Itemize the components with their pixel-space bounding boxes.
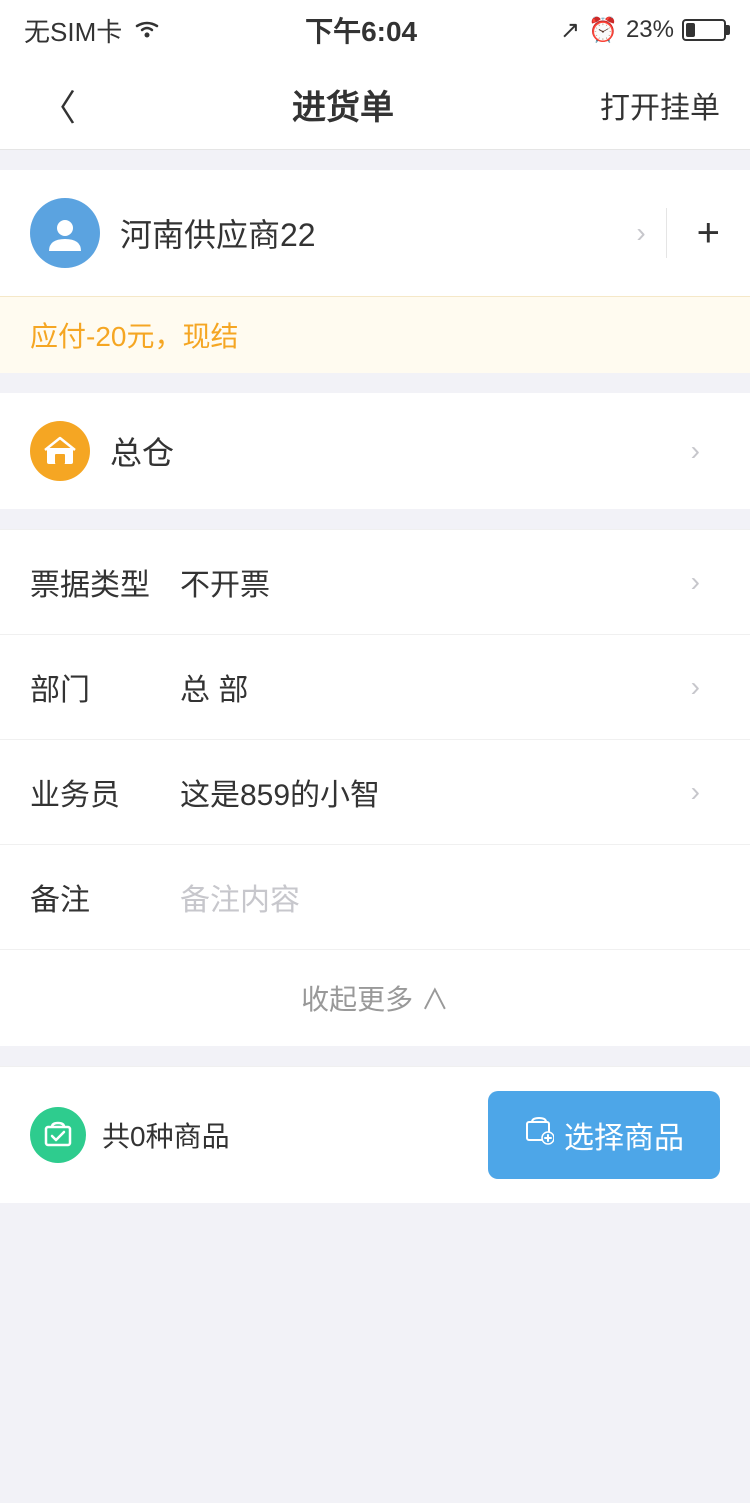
alarm-icon: ⏰ [588,16,618,45]
status-time: 下午6:04 [305,10,417,50]
battery-icon [682,19,726,41]
status-left: 无SIM卡 [24,12,162,49]
notice-bar: 应付-20元，现结 [0,296,750,373]
select-product-icon [524,1116,554,1154]
bottom-bar: 共0种商品 选择商品 [0,1066,750,1203]
collapse-button[interactable]: 收起更多 ∧ [0,949,750,1046]
section-divider-4 [0,1046,750,1066]
section-divider-2 [0,373,750,393]
invoice-chevron-icon: › [691,566,700,598]
warehouse-name: 总仓 [110,428,691,474]
product-count-icon [30,1107,86,1163]
supplier-avatar [30,198,100,268]
section-divider-3 [0,509,750,529]
department-value: 总 部 [160,665,691,709]
supplier-name: 河南供应商22 [120,210,636,256]
salesperson-chevron-icon: › [691,776,700,808]
location-icon: ↗ [560,16,580,45]
warehouse-section: 总仓 › [0,393,750,509]
form-section: 票据类型 不开票 › 部门 总 部 › 业务员 这是859的小智 › 备注 备注… [0,529,750,1046]
form-row-salesperson[interactable]: 业务员 这是859的小智 › [0,739,750,844]
invoice-label: 票据类型 [30,560,160,604]
warehouse-icon [30,421,90,481]
nav-bar: 〈 进货单 打开挂单 [0,60,750,150]
wifi-icon [132,15,162,46]
supplier-row[interactable]: 河南供应商22 › + [0,170,750,296]
salesperson-value: 这是859的小智 [160,770,691,814]
warehouse-row[interactable]: 总仓 › [0,393,750,509]
supplier-divider [666,208,667,258]
form-row-remark[interactable]: 备注 备注内容 [0,844,750,949]
battery-percent: 23% [626,16,674,44]
status-right: ↗ ⏰ 23% [560,16,726,45]
add-icon[interactable]: + [697,211,720,256]
salesperson-label: 业务员 [30,770,160,814]
product-count-text: 共0种商品 [102,1115,230,1155]
signal-text: 无SIM卡 [24,12,122,49]
warehouse-chevron-icon: › [691,435,700,467]
open-pending-button[interactable]: 打开挂单 [600,83,720,127]
back-button[interactable]: 〈 [30,69,86,141]
form-row-department[interactable]: 部门 总 部 › [0,634,750,739]
form-row-invoice[interactable]: 票据类型 不开票 › [0,529,750,634]
remark-label: 备注 [30,875,160,919]
select-product-button[interactable]: 选择商品 [488,1091,720,1179]
notice-text: 应付-20元，现结 [30,321,238,352]
remark-input[interactable]: 备注内容 [160,875,720,919]
section-divider-1 [0,150,750,170]
bottom-left: 共0种商品 [30,1107,230,1163]
department-chevron-icon: › [691,671,700,703]
collapse-label: 收起更多 ∧ [301,984,449,1015]
supplier-section: 河南供应商22 › + 应付-20元，现结 [0,170,750,373]
status-bar: 无SIM卡 下午6:04 ↗ ⏰ 23% [0,0,750,60]
supplier-chevron-icon: › [636,217,645,249]
select-product-label: 选择商品 [564,1113,684,1157]
page-title: 进货单 [292,80,394,129]
department-label: 部门 [30,665,160,709]
invoice-value: 不开票 [160,560,691,604]
content-area [0,1203,750,1503]
